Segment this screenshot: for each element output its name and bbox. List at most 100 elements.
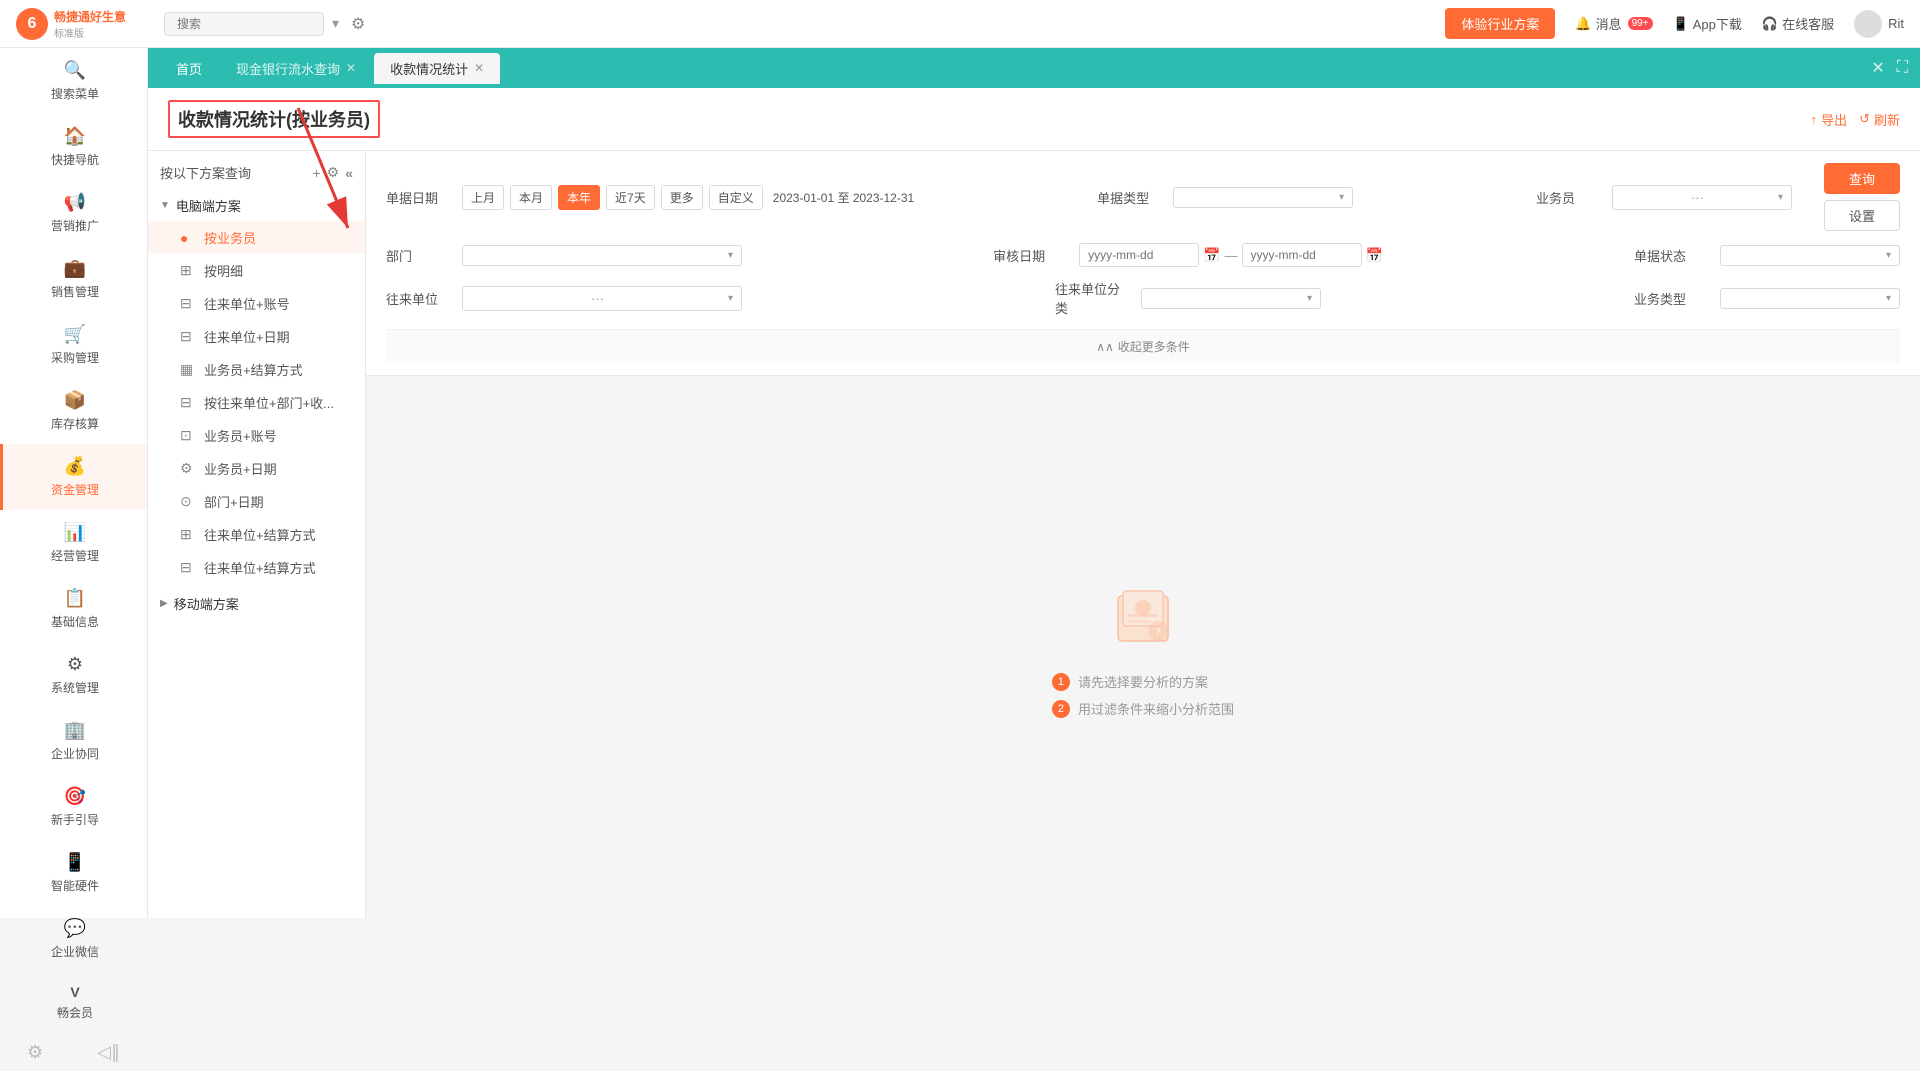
business-type-label: 业务类型 [1634,289,1704,308]
settings-icon[interactable]: ⚙ [351,14,365,34]
trial-button[interactable]: 体验行业方案 [1445,8,1555,39]
date-btn-this-month[interactable]: 本月 [510,185,552,210]
scheme-item-salesperson-account[interactable]: ⊡ 业务员+账号 [148,419,365,452]
scheme-item-dept-date[interactable]: ⊙ 部门+日期 [148,485,365,518]
counterpart-select[interactable]: ··· ▾ [462,286,742,311]
system-icon: ⚙ [67,654,83,675]
dept-select[interactable]: ▾ [462,245,742,266]
scheme-query-label: 按以下方案查询 [160,163,251,182]
review-date-end[interactable] [1242,243,1362,267]
empty-illustration: ? [1103,576,1183,656]
win-maximize-icon[interactable]: ⛶ [1897,59,1908,77]
scheme-item-by-detail[interactable]: ⊞ 按明细 [148,254,365,287]
sidebar-item-member[interactable]: V 畅会员 [0,972,147,1033]
date-btn-more[interactable]: 更多 [661,185,703,210]
calendar-end-icon[interactable]: 📅 [1366,247,1383,264]
counterpart-dept-icon: ⊟ [180,394,196,411]
tab-collection-stat-close[interactable]: ✕ [474,61,484,75]
add-scheme-icon[interactable]: + [312,165,320,181]
svg-text:?: ? [1155,627,1161,638]
sidebar-item-operations[interactable]: 📊 经营管理 [0,510,147,576]
scheme-settings-icon[interactable]: ⚙ [327,164,340,181]
date-btn-custom[interactable]: 自定义 [709,185,763,210]
date-btn-this-year[interactable]: 本年 [558,185,600,210]
sidebar-item-search-menu[interactable]: 🔍 搜索菜单 [0,48,147,114]
settings-button[interactable]: 设置 [1824,200,1900,231]
business-type-select[interactable]: ▾ [1720,288,1900,309]
win-close-icon[interactable]: ✕ [1871,58,1884,78]
quick-nav-icon: 🏠 [64,126,86,147]
scheme-item-salesperson-date[interactable]: ⚙ 业务员+日期 [148,452,365,485]
newbie-icon: 🎯 [64,786,86,807]
search-dropdown-icon[interactable]: ▾ [332,15,339,32]
panel-collapse-icon[interactable]: « [345,165,353,181]
scheme-item-counterpart-settlement1[interactable]: ⊞ 往来单位+结算方式 [148,518,365,551]
scheme-item-counterpart-dept-collect[interactable]: ⊟ 按往来单位+部门+收... [148,386,365,419]
top-nav: ▾ ⚙ [164,12,1445,36]
export-button[interactable]: ↑ 导出 [1811,110,1848,129]
left-panel: 按以下方案查询 + ⚙ « ▼ 电脑端方案 ● 按业务员 [148,151,366,918]
mobile-group-label: 移动端方案 [174,594,239,613]
salesperson-dots[interactable]: ··· [1691,190,1704,205]
date-btn-7days[interactable]: 近7天 [606,185,655,210]
sidebar-item-finance[interactable]: 💰 资金管理 [0,444,147,510]
sidebar-item-marketing[interactable]: 📢 营销推广 [0,180,147,246]
filter-row-2: 部门 ▾ 审核日期 📅 — 📅 [386,243,1900,267]
counterpart-category-select[interactable]: ▾ [1141,288,1321,309]
sidebar-item-sales[interactable]: 💼 销售管理 [0,246,147,312]
app-download-area[interactable]: 📱 App下载 [1673,14,1742,33]
sidebar-label-smart-hardware: 智能硬件 [51,877,99,894]
date-label: 单据日期 [386,188,446,207]
date-btn-last-month[interactable]: 上月 [462,185,504,210]
scheme-item-counterpart-settlement2[interactable]: ⊟ 往来单位+结算方式 [148,551,365,584]
sidebar-gear-icon[interactable]: ⚙ [27,1042,43,1063]
refresh-button[interactable]: ↺ 刷新 [1859,110,1900,129]
sidebar-item-newbie[interactable]: 🎯 新手引导 [0,774,147,840]
online-service-area[interactable]: 🎧 在线客服 [1762,14,1834,33]
doc-status-select[interactable]: ▾ [1720,245,1900,266]
sidebar-item-basic-info[interactable]: 📋 基础信息 [0,576,147,642]
scheme-label-by-detail: 按明细 [204,261,243,280]
operations-icon: 📊 [64,522,86,543]
scheme-item-counterpart-account[interactable]: ⊟ 往来单位+账号 [148,287,365,320]
scheme-label-counterpart-dept-collect: 按往来单位+部门+收... [204,393,334,412]
scheme-item-by-salesperson[interactable]: ● 按业务员 [148,221,365,254]
calendar-start-icon[interactable]: 📅 [1203,247,1220,264]
review-date-start[interactable] [1079,243,1199,267]
sidebar-item-smart-hardware[interactable]: 📱 智能硬件 [0,840,147,906]
sidebar-item-purchase[interactable]: 🛒 采购管理 [0,312,147,378]
collapse-row[interactable]: ∧∧ 收起更多条件 [386,329,1900,363]
tab-bank-flow[interactable]: 现金银行流水查询 ✕ [220,53,372,84]
tab-bank-flow-close[interactable]: ✕ [346,61,356,75]
notification-area[interactable]: 🔔 消息 99+ [1575,14,1652,33]
scheme-item-counterpart-date[interactable]: ⊟ 往来单位+日期 [148,320,365,353]
tab-home[interactable]: 首页 [160,53,218,84]
sidebar-collapse-icon[interactable]: ◁∥ [97,1042,120,1063]
page-title: 收款情况统计(按业务员) [168,100,380,138]
scheme-item-salesperson-settlement[interactable]: ▦ 业务员+结算方式 [148,353,365,386]
sidebar-item-system[interactable]: ⚙ 系统管理 [0,642,147,708]
counterpart-date-icon: ⊟ [180,328,196,345]
sales-icon: 💼 [64,258,86,279]
sidebar-item-enterprise[interactable]: 🏢 企业协同 [0,708,147,774]
step-num-1: 1 [1052,673,1070,691]
sidebar-item-quick-nav[interactable]: 🏠 快捷导航 [0,114,147,180]
sidebar-item-enterprise-wechat[interactable]: 💬 企业微信 [0,906,147,972]
scheme-group-mobile-header[interactable]: ▶ 移动端方案 [148,588,365,619]
counterpart-dots[interactable]: ··· [591,291,604,306]
tab-collection-stat[interactable]: 收款情况统计 ✕ [374,53,500,84]
sidebar-item-inventory[interactable]: 📦 库存核算 [0,378,147,444]
scheme-group-mobile: ▶ 移动端方案 [148,588,365,619]
review-date-label: 审核日期 [993,246,1063,265]
app-logo: 6 [16,8,48,40]
sidebar-label-quick-nav: 快捷导航 [51,151,99,168]
query-button[interactable]: 查询 [1824,163,1900,194]
scheme-group-desktop-header[interactable]: ▼ 电脑端方案 [148,190,365,221]
salesperson-select[interactable]: ··· ▾ [1612,185,1792,210]
user-profile[interactable]: Rit [1854,10,1904,38]
export-icon: ↑ [1811,112,1818,127]
search-input[interactable] [164,12,324,36]
doc-type-select[interactable]: ▾ [1173,187,1353,208]
sidebar-label-marketing: 营销推广 [51,217,99,234]
sidebar-bottom: ⚙ ◁∥ [0,1033,147,1071]
